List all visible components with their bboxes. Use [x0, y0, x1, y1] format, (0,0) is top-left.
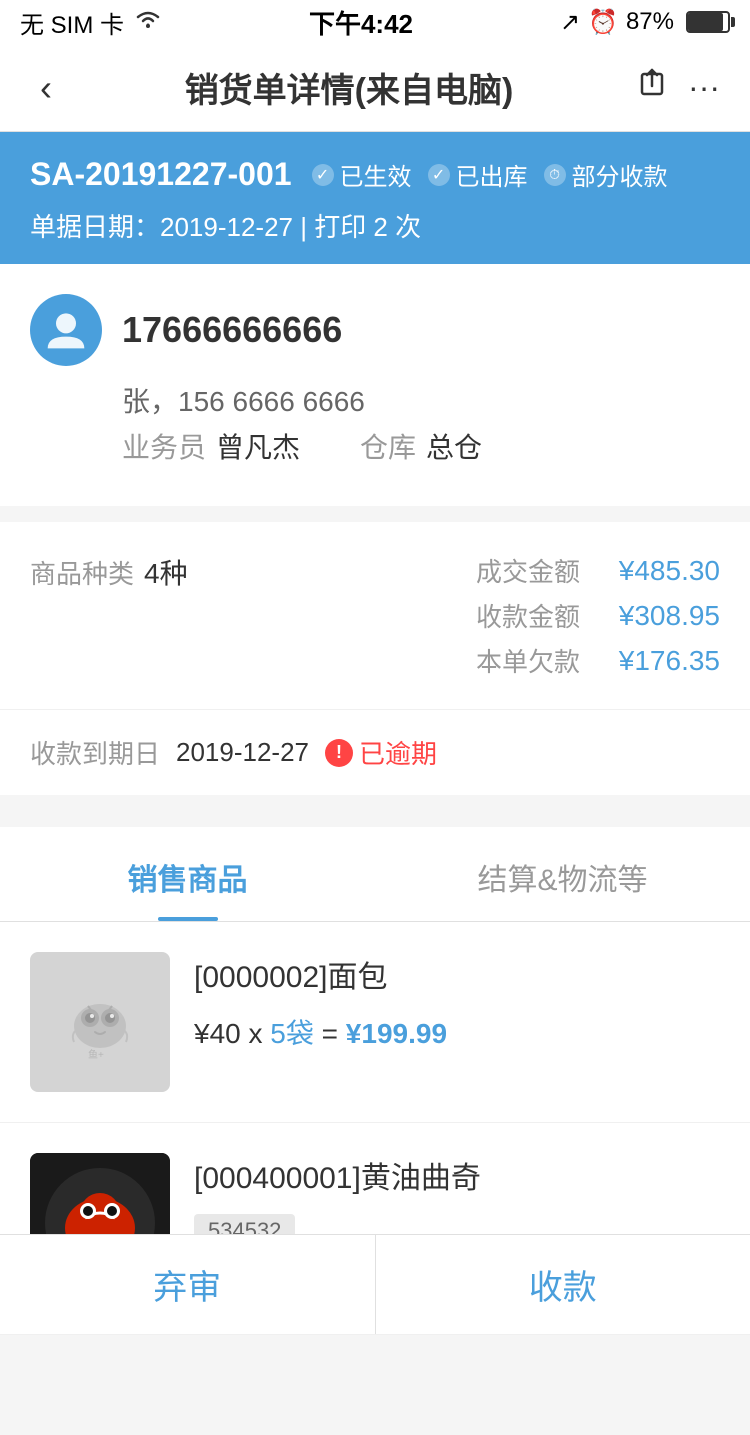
- due-amount-row: 本单欠款 ¥176.35: [476, 642, 720, 679]
- order-date: 单据日期：2019-12-27 | 打印 2 次: [30, 207, 720, 244]
- warehouse-label: 仓库: [360, 426, 416, 466]
- cancel-review-button[interactable]: 弃审: [0, 1235, 376, 1334]
- deal-amount-label: 成交金额: [476, 552, 580, 589]
- due-label: 收款到期日: [30, 734, 160, 771]
- divider-2: [0, 795, 750, 811]
- staff-name: 曾凡杰: [216, 426, 300, 466]
- product-price-row-1: ¥40 x 5袋 = ¥199.99: [194, 1012, 720, 1052]
- order-number: SA-20191227-001: [30, 156, 292, 193]
- deal-amount-row: 成交金额 ¥485.30: [476, 552, 720, 589]
- product-price-1: ¥40: [194, 1018, 241, 1049]
- customer-staff: 业务员 曾凡杰 仓库 总仓: [122, 426, 720, 466]
- warehouse-name: 总仓: [426, 426, 482, 466]
- deal-amount-value: ¥485.30: [600, 555, 720, 587]
- product-image-1: 鱼+: [30, 952, 170, 1092]
- summary-row: 商品种类 4种 成交金额 ¥485.30 收款金额 ¥308.95 本单欠款 ¥…: [30, 552, 720, 679]
- due-amount-label: 本单欠款: [476, 642, 580, 679]
- battery-percent: 87%: [626, 8, 674, 36]
- product-name-1: [0000002]面包: [194, 952, 720, 996]
- staff-label: 业务员: [122, 426, 206, 466]
- product-item: 鱼+ [0000002]面包 ¥40 x 5袋 = ¥199.99: [0, 922, 750, 1123]
- due-amount-value: ¥176.35: [600, 645, 720, 677]
- nav-actions: ···: [636, 68, 720, 108]
- owl-icon: 鱼+: [60, 982, 140, 1062]
- tabs-header: 销售商品 结算&物流等: [0, 827, 750, 922]
- product-name-2: [000400001]黄油曲奇: [194, 1153, 720, 1197]
- tab-settlement[interactable]: 结算&物流等: [375, 827, 750, 921]
- summary-section: 商品种类 4种 成交金额 ¥485.30 收款金额 ¥308.95 本单欠款 ¥…: [0, 522, 750, 709]
- customer-detail: 张，156 6666 6666: [122, 380, 720, 420]
- svg-text:鱼+: 鱼+: [88, 1048, 104, 1061]
- nav-bar: ‹ 销货单详情(来自电脑) ···: [0, 44, 750, 132]
- status-tags: ✓ 已生效 ✓ 已出库 ⏱ 部分收款: [312, 157, 668, 192]
- product-info-1: [0000002]面包 ¥40 x 5袋 = ¥199.99: [194, 952, 720, 1092]
- status-tag-effected: ✓ 已生效: [312, 157, 412, 192]
- bottom-bar: 弃审 收款: [0, 1234, 750, 1334]
- bottom-spacer: [0, 1335, 750, 1435]
- battery-icon: [686, 11, 730, 33]
- tab-sales-label: 销售商品: [128, 864, 248, 897]
- product-placeholder-1: 鱼+: [30, 952, 170, 1092]
- status-time: 下午4:42: [309, 4, 413, 41]
- overdue-badge: ! 已逾期: [325, 734, 437, 771]
- received-amount-label: 收款金额: [476, 597, 580, 634]
- cancel-label: 弃审: [153, 1260, 221, 1309]
- alarm-icon: ⏰: [588, 8, 618, 37]
- location-icon: ↗: [560, 8, 580, 37]
- overdue-text: 已逾期: [359, 734, 437, 771]
- tab-settlement-label: 结算&物流等: [477, 864, 647, 897]
- category-label: 商品种类: [30, 554, 134, 591]
- category-value: 4种: [144, 552, 188, 592]
- customer-info: 张，156 6666 6666 业务员 曾凡杰 仓库 总仓: [30, 380, 720, 466]
- confirm-label: 收款: [529, 1260, 597, 1309]
- check-icon-1: ✓: [312, 164, 334, 186]
- status-bar: 无 SIM 卡 下午4:42 ↗ ⏰ 87%: [0, 0, 750, 44]
- status-right: ↗ ⏰ 87%: [560, 8, 730, 37]
- collect-payment-button[interactable]: 收款: [376, 1235, 750, 1334]
- product-total-1: ¥199.99: [346, 1018, 447, 1049]
- overdue-icon: !: [325, 739, 353, 767]
- customer-section: 17666666666 张，156 6666 6666 业务员 曾凡杰 仓库 总…: [0, 264, 750, 506]
- received-amount-value: ¥308.95: [600, 600, 720, 632]
- page-title: 销货单详情(来自电脑): [185, 63, 514, 112]
- summary-right: 成交金额 ¥485.30 收款金额 ¥308.95 本单欠款 ¥176.35: [476, 552, 720, 679]
- carrier-text: 无 SIM 卡: [20, 5, 124, 40]
- share-button[interactable]: [636, 68, 668, 108]
- order-header: SA-20191227-001 ✓ 已生效 ✓ 已出库 ⏱ 部分收款 单据日期：…: [0, 132, 750, 264]
- more-button[interactable]: ···: [688, 69, 720, 106]
- status-effected: 已生效: [340, 157, 412, 192]
- status-partial: 部分收款: [572, 157, 668, 192]
- check-icon-2: ✓: [428, 164, 450, 186]
- status-tag-delivered: ✓ 已出库: [428, 157, 528, 192]
- product-qty-1: 5袋: [270, 1018, 314, 1049]
- wifi-icon: [134, 8, 162, 36]
- customer-top: 17666666666: [30, 294, 720, 366]
- back-button[interactable]: ‹: [30, 57, 62, 119]
- status-tag-partial: ⏱ 部分收款: [544, 157, 668, 192]
- summary-left: 商品种类 4种: [30, 552, 188, 592]
- warehouse-item: 仓库 总仓: [360, 426, 482, 466]
- customer-id: 17666666666: [122, 309, 342, 351]
- clock-icon: ⏱: [544, 164, 566, 186]
- divider-1: [0, 506, 750, 522]
- status-delivered: 已出库: [456, 157, 528, 192]
- order-header-top: SA-20191227-001 ✓ 已生效 ✓ 已出库 ⏱ 部分收款: [30, 156, 720, 193]
- staff-item: 业务员 曾凡杰: [122, 426, 300, 466]
- due-section: 收款到期日 2019-12-27 ! 已逾期: [0, 709, 750, 795]
- due-date-value: 2019-12-27: [176, 737, 309, 768]
- tab-sales-products[interactable]: 销售商品: [0, 827, 375, 921]
- customer-avatar: [30, 294, 102, 366]
- received-amount-row: 收款金额 ¥308.95: [476, 597, 720, 634]
- status-left: 无 SIM 卡: [20, 5, 162, 40]
